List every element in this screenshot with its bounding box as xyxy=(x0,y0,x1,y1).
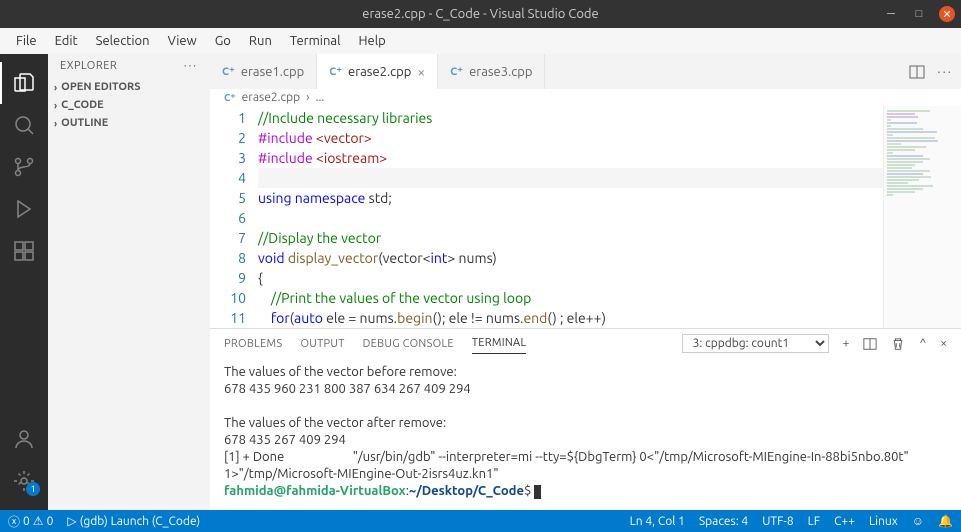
bottom-panel: PROBLEMS OUTPUT DEBUG CONSOLE TERMINAL 3… xyxy=(210,328,961,510)
panel-tab-terminal[interactable]: TERMINAL xyxy=(472,333,527,354)
cpp-icon: C⁺ xyxy=(450,65,463,78)
menu-go[interactable]: Go xyxy=(207,31,239,51)
activity-bar: 1 xyxy=(0,54,48,510)
status-os[interactable]: Linux xyxy=(869,514,898,528)
breadcrumb[interactable]: C⁺ erase2.cpp › ... xyxy=(210,89,961,106)
menu-file[interactable]: File xyxy=(8,31,45,51)
cpp-icon: C⁺ xyxy=(224,92,236,104)
sidebar-open-editors[interactable]: ›OPEN EDITORS xyxy=(48,78,210,96)
menu-help[interactable]: Help xyxy=(350,31,393,51)
chevron-right-icon: › xyxy=(306,91,309,104)
minimap[interactable] xyxy=(883,106,961,328)
activity-search[interactable] xyxy=(0,104,48,146)
status-eol[interactable]: LF xyxy=(808,514,820,528)
terminal-prompt-path: ~/Desktop/C_Code xyxy=(409,484,524,498)
status-launch[interactable]: ▷ (gdb) Launch (C_Code) xyxy=(67,514,200,528)
activity-settings[interactable]: 1 xyxy=(0,460,48,502)
terminal-select[interactable]: 3: cppdbg: count1 xyxy=(682,334,829,353)
kill-terminal-icon[interactable] xyxy=(891,337,905,351)
sidebar-outline[interactable]: ›OUTLINE xyxy=(48,114,210,132)
status-errors[interactable]: ⓧ 0 ⚠ 0 xyxy=(8,513,53,530)
maximize-panel-icon[interactable]: ^ xyxy=(919,337,926,350)
activity-accounts[interactable] xyxy=(0,418,48,460)
status-lang[interactable]: C++ xyxy=(834,514,855,528)
extensions-icon xyxy=(12,239,36,263)
cpp-icon: C⁺ xyxy=(329,65,342,78)
titlebar: erase2.cpp - C_Code - Visual Studio Code… xyxy=(0,0,961,28)
menu-view[interactable]: View xyxy=(160,31,205,51)
line-gutter: 1234567891011 xyxy=(210,106,258,328)
menu-selection[interactable]: Selection xyxy=(88,31,158,51)
panel-tab-output[interactable]: OUTPUT xyxy=(300,334,344,354)
split-editor-icon[interactable] xyxy=(909,64,925,80)
minimize-icon[interactable]: ─ xyxy=(883,6,899,22)
sidebar: EXPLORER ··· ›OPEN EDITORS ›C_CODE ›OUTL… xyxy=(48,54,210,510)
status-lncol[interactable]: Ln 4, Col 1 xyxy=(630,514,685,528)
chevron-right-icon: › xyxy=(54,100,57,111)
status-encoding[interactable]: UTF-8 xyxy=(762,514,793,528)
tabbar: C⁺erase1.cpp C⁺erase2.cpp× C⁺erase3.cpp … xyxy=(210,54,961,89)
search-icon xyxy=(12,113,36,137)
sidebar-title: EXPLORER xyxy=(60,60,117,72)
close-icon[interactable]: ✕ xyxy=(939,6,955,22)
menu-edit[interactable]: Edit xyxy=(47,31,86,51)
menu-terminal[interactable]: Terminal xyxy=(282,31,349,51)
status-feedback-icon[interactable]: ☺ xyxy=(912,514,924,528)
account-icon xyxy=(12,427,36,451)
menu-run[interactable]: Run xyxy=(241,31,280,51)
close-panel-icon[interactable]: × xyxy=(940,337,947,350)
tab-erase2[interactable]: C⁺erase2.cpp× xyxy=(317,54,438,89)
panel-tabbar: PROBLEMS OUTPUT DEBUG CONSOLE TERMINAL 3… xyxy=(210,329,961,354)
branch-icon xyxy=(12,155,36,179)
status-spaces[interactable]: Spaces: 4 xyxy=(699,514,748,528)
chevron-right-icon: › xyxy=(54,118,57,129)
more-icon[interactable]: ··· xyxy=(184,60,198,72)
status-bell-icon[interactable]: 🔔 xyxy=(938,514,953,528)
editor-area: C⁺erase1.cpp C⁺erase2.cpp× C⁺erase3.cpp … xyxy=(210,54,961,510)
panel-tab-problems[interactable]: PROBLEMS xyxy=(224,334,282,354)
close-tab-icon[interactable]: × xyxy=(417,64,425,80)
terminal-output[interactable]: The values of the vector before remove: … xyxy=(210,354,961,510)
terminal-cursor xyxy=(534,485,541,499)
statusbar: ⓧ 0 ⚠ 0 ▷ (gdb) Launch (C_Code) Ln 4, Co… xyxy=(0,510,961,532)
tab-erase3[interactable]: C⁺erase3.cpp xyxy=(438,54,545,89)
tab-erase1[interactable]: C⁺erase1.cpp xyxy=(210,54,317,89)
settings-badge: 1 xyxy=(26,482,40,496)
activity-explorer[interactable] xyxy=(0,62,48,104)
more-actions-icon[interactable]: ··· xyxy=(937,65,953,79)
code-editor[interactable]: 1234567891011 //Include necessary librar… xyxy=(210,106,961,328)
activity-run-debug[interactable] xyxy=(0,188,48,230)
sidebar-folder[interactable]: ›C_CODE xyxy=(48,96,210,114)
chevron-right-icon: › xyxy=(54,82,57,93)
code-content[interactable]: //Include necessary libraries#include <v… xyxy=(258,106,961,328)
menubar: File Edit Selection View Go Run Terminal… xyxy=(0,28,961,54)
files-icon xyxy=(12,71,36,95)
window-title: erase2.cpp - C_Code - Visual Studio Code xyxy=(362,7,598,21)
split-terminal-icon[interactable] xyxy=(863,337,877,351)
terminal-prompt-user: fahmida@fahmida-VirtualBox xyxy=(224,484,406,498)
maximize-icon[interactable]: □ xyxy=(911,6,927,22)
new-terminal-icon[interactable]: + xyxy=(843,337,850,350)
cpp-icon: C⁺ xyxy=(222,65,235,78)
panel-tab-debug-console[interactable]: DEBUG CONSOLE xyxy=(363,334,454,354)
activity-source-control[interactable] xyxy=(0,146,48,188)
play-bug-icon xyxy=(12,197,36,221)
activity-extensions[interactable] xyxy=(0,230,48,272)
